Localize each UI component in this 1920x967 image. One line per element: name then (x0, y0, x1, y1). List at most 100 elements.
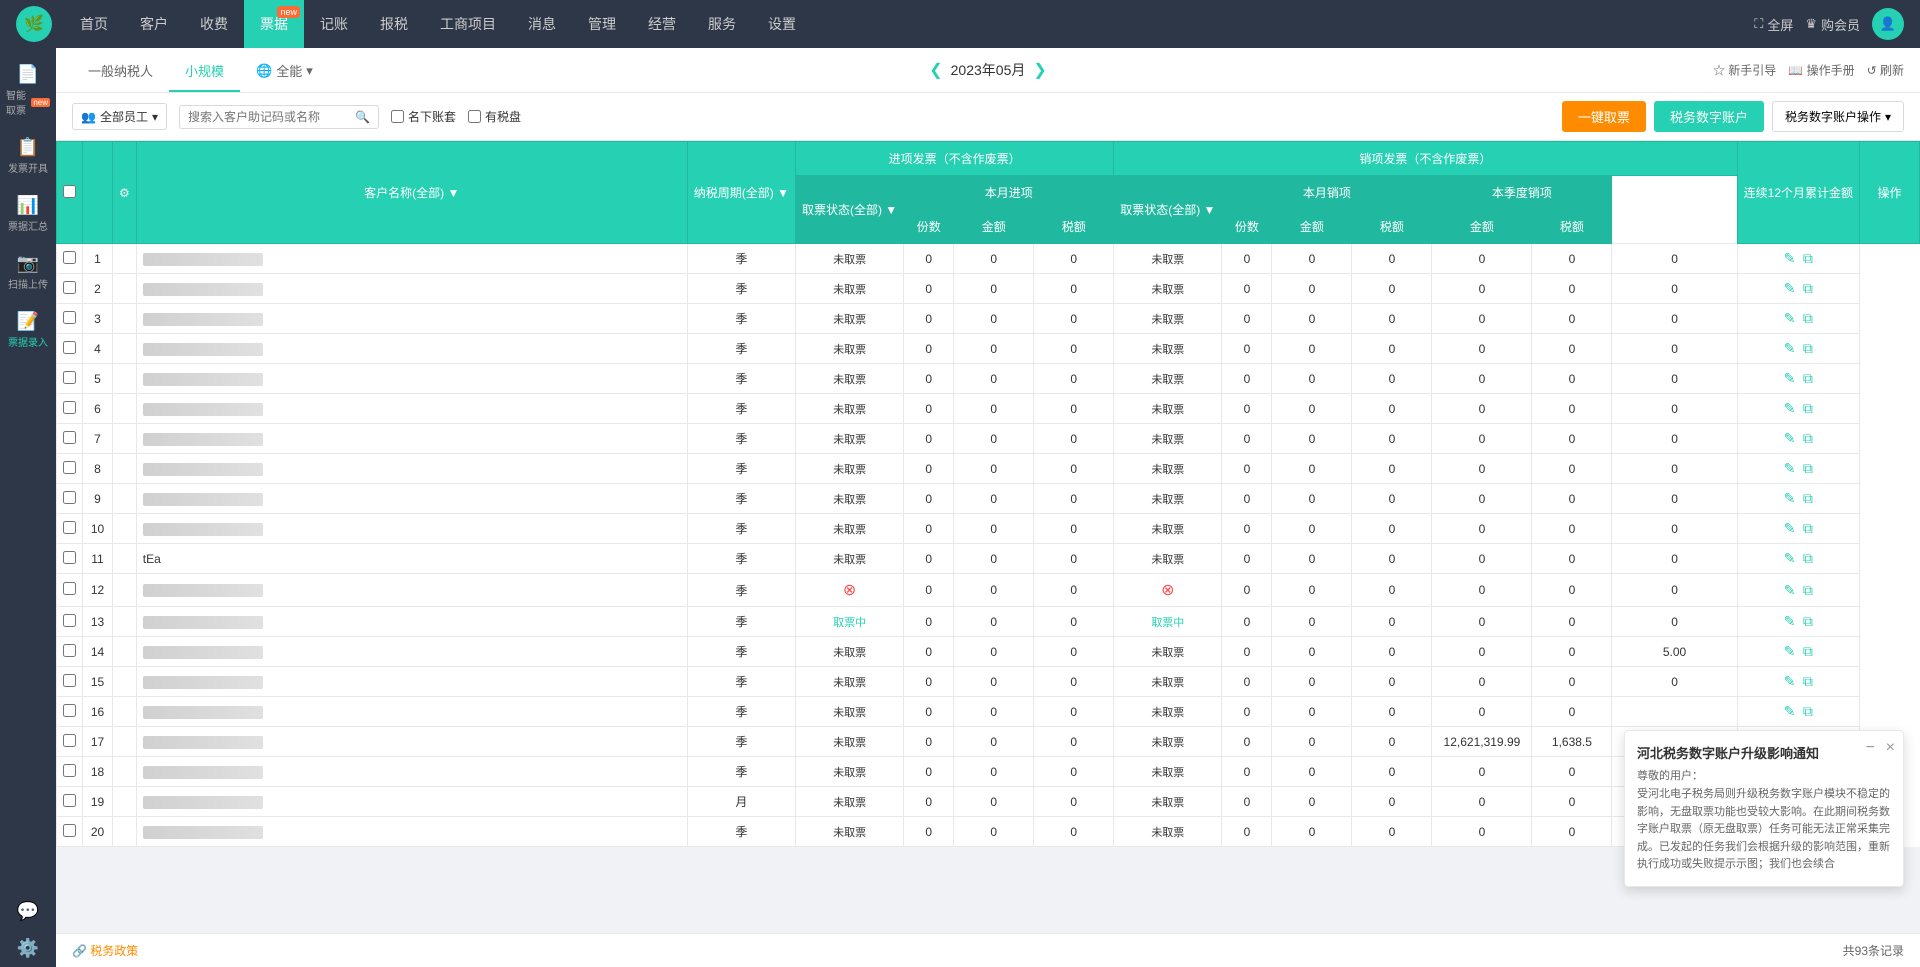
tab-all[interactable]: 🌐 全能 ▾ (240, 51, 329, 92)
edit-button[interactable]: ✎ (1784, 250, 1796, 266)
edit-button[interactable]: ✎ (1784, 310, 1796, 326)
row-checkbox[interactable] (63, 582, 76, 595)
copy-button[interactable]: ⧉ (1803, 490, 1813, 506)
sidebar-item-smart-ticket[interactable]: 📄 智能取票 new (2, 56, 54, 125)
sidebar-item-gear[interactable]: ⚙️ (2, 930, 54, 967)
th-in-fetch-status[interactable]: 取票状态(全部) ▼ (795, 176, 903, 244)
row-checkbox[interactable] (63, 281, 76, 294)
row-checkbox[interactable] (63, 674, 76, 687)
edit-button[interactable]: ✎ (1784, 673, 1796, 689)
row-checkbox[interactable] (63, 551, 76, 564)
edit-button[interactable]: ✎ (1784, 582, 1796, 598)
copy-button[interactable]: ⧉ (1803, 460, 1813, 476)
checkbox-accounts[interactable]: 名下账套 (391, 108, 456, 125)
row-checkbox[interactable] (63, 491, 76, 504)
copy-button[interactable]: ⧉ (1803, 520, 1813, 536)
search-icon[interactable]: 🔍 (355, 110, 370, 124)
select-all-checkbox[interactable] (63, 185, 76, 198)
edit-button[interactable]: ✎ (1784, 550, 1796, 566)
row-checkbox[interactable] (63, 371, 76, 384)
copy-button[interactable]: ⧉ (1803, 340, 1813, 356)
employee-select[interactable]: 👥 全部员工 ▾ (72, 103, 167, 130)
avatar[interactable]: 👤 (1872, 8, 1904, 40)
row-checkbox[interactable] (63, 521, 76, 534)
copy-button[interactable]: ⧉ (1803, 280, 1813, 296)
nav-operation[interactable]: 经营 (632, 0, 692, 48)
th-out-fetch-status[interactable]: 取票状态(全部) ▼ (1114, 176, 1222, 244)
nav-business[interactable]: 工商项目 (424, 0, 512, 48)
tab-small-scale[interactable]: 小规模 (169, 51, 240, 92)
checkbox-tax-disk[interactable]: 有税盘 (468, 108, 521, 125)
edit-button[interactable]: ✎ (1784, 703, 1796, 719)
copy-button[interactable]: ⧉ (1803, 550, 1813, 566)
row-checkbox[interactable] (63, 824, 76, 837)
refresh-button[interactable]: ↺ 刷新 (1867, 62, 1904, 79)
row-checkbox[interactable] (63, 251, 76, 264)
row-checkbox[interactable] (63, 704, 76, 717)
edit-button[interactable]: ✎ (1784, 430, 1796, 446)
copy-button[interactable]: ⧉ (1803, 400, 1813, 416)
accounts-checkbox[interactable] (391, 110, 404, 123)
copy-button[interactable]: ⧉ (1803, 250, 1813, 266)
edit-button[interactable]: ✎ (1784, 490, 1796, 506)
fullscreen-button[interactable]: ⛶ 全屏 (1754, 15, 1793, 34)
edit-button[interactable]: ✎ (1784, 643, 1796, 659)
row-checkbox[interactable] (63, 401, 76, 414)
manual-button[interactable]: 📖 操作手册 (1788, 62, 1854, 79)
th-client-name[interactable]: 客户名称(全部) ▼ (136, 142, 687, 244)
sidebar-item-scan-upload[interactable]: 📷 扫描上传 (2, 245, 54, 299)
nav-home[interactable]: 首页 (64, 0, 124, 48)
search-input[interactable] (188, 110, 351, 124)
sidebar-item-chat[interactable]: 💬 (2, 893, 54, 930)
sidebar-item-invoice-summary[interactable]: 📊 票据汇总 (2, 187, 54, 241)
row-checkbox[interactable] (63, 614, 76, 627)
copy-button[interactable]: ⧉ (1803, 310, 1813, 326)
copy-button[interactable]: ⧉ (1803, 613, 1813, 629)
nav-manage[interactable]: 管理 (572, 0, 632, 48)
copy-button[interactable]: ⧉ (1803, 673, 1813, 689)
row-checkbox[interactable] (63, 764, 76, 777)
notification-minimize-button[interactable]: − (1866, 739, 1875, 757)
edit-button[interactable]: ✎ (1784, 340, 1796, 356)
notification-close-button[interactable]: × (1886, 739, 1895, 757)
new-user-guide-button[interactable]: ☆ 新手引导 (1713, 62, 1776, 79)
nav-invoice[interactable]: 票据 new (244, 0, 304, 48)
row-checkbox[interactable] (63, 644, 76, 657)
copy-button[interactable]: ⧉ (1803, 430, 1813, 446)
th-tax-period[interactable]: 纳税周期(全部) ▼ (687, 142, 795, 244)
sidebar-item-record[interactable]: 📝 票据录入 (2, 303, 54, 357)
tab-general-taxpayer[interactable]: 一般纳税人 (72, 51, 169, 92)
nav-settings[interactable]: 设置 (752, 0, 812, 48)
row-checkbox[interactable] (63, 341, 76, 354)
nav-client[interactable]: 客户 (124, 0, 184, 48)
prev-date-button[interactable]: ❮ (929, 60, 942, 80)
row-checkbox[interactable] (63, 734, 76, 747)
tax-disk-checkbox[interactable] (468, 110, 481, 123)
edit-button[interactable]: ✎ (1784, 520, 1796, 536)
next-date-button[interactable]: ❯ (1033, 60, 1046, 80)
copy-button[interactable]: ⧉ (1803, 582, 1813, 598)
nav-billing[interactable]: 收费 (184, 0, 244, 48)
tax-digital-account-ops-button[interactable]: 税务数字账户操作 ▾ (1772, 101, 1904, 132)
edit-button[interactable]: ✎ (1784, 460, 1796, 476)
edit-button[interactable]: ✎ (1784, 370, 1796, 386)
copy-button[interactable]: ⧉ (1803, 370, 1813, 386)
member-button[interactable]: ♛ 购会员 (1805, 15, 1860, 34)
row-checkbox[interactable] (63, 461, 76, 474)
tax-policy-link[interactable]: 🔗 税务政策 (72, 942, 138, 959)
copy-button[interactable]: ⧉ (1803, 703, 1813, 719)
row-checkbox[interactable] (63, 794, 76, 807)
copy-button[interactable]: ⧉ (1803, 643, 1813, 659)
edit-button[interactable]: ✎ (1784, 280, 1796, 296)
edit-button[interactable]: ✎ (1784, 613, 1796, 629)
tax-digital-account-button[interactable]: 税务数字账户 (1654, 101, 1764, 132)
one-click-ticket-button[interactable]: 一键取票 (1562, 101, 1646, 132)
nav-bookkeeping[interactable]: 记账 (304, 0, 364, 48)
nav-message[interactable]: 消息 (512, 0, 572, 48)
row-checkbox[interactable] (63, 311, 76, 324)
nav-tax[interactable]: 报税 (364, 0, 424, 48)
sidebar-item-invoice-open[interactable]: 📋 发票开具 (2, 129, 54, 183)
nav-service[interactable]: 服务 (692, 0, 752, 48)
edit-button[interactable]: ✎ (1784, 400, 1796, 416)
row-checkbox[interactable] (63, 431, 76, 444)
